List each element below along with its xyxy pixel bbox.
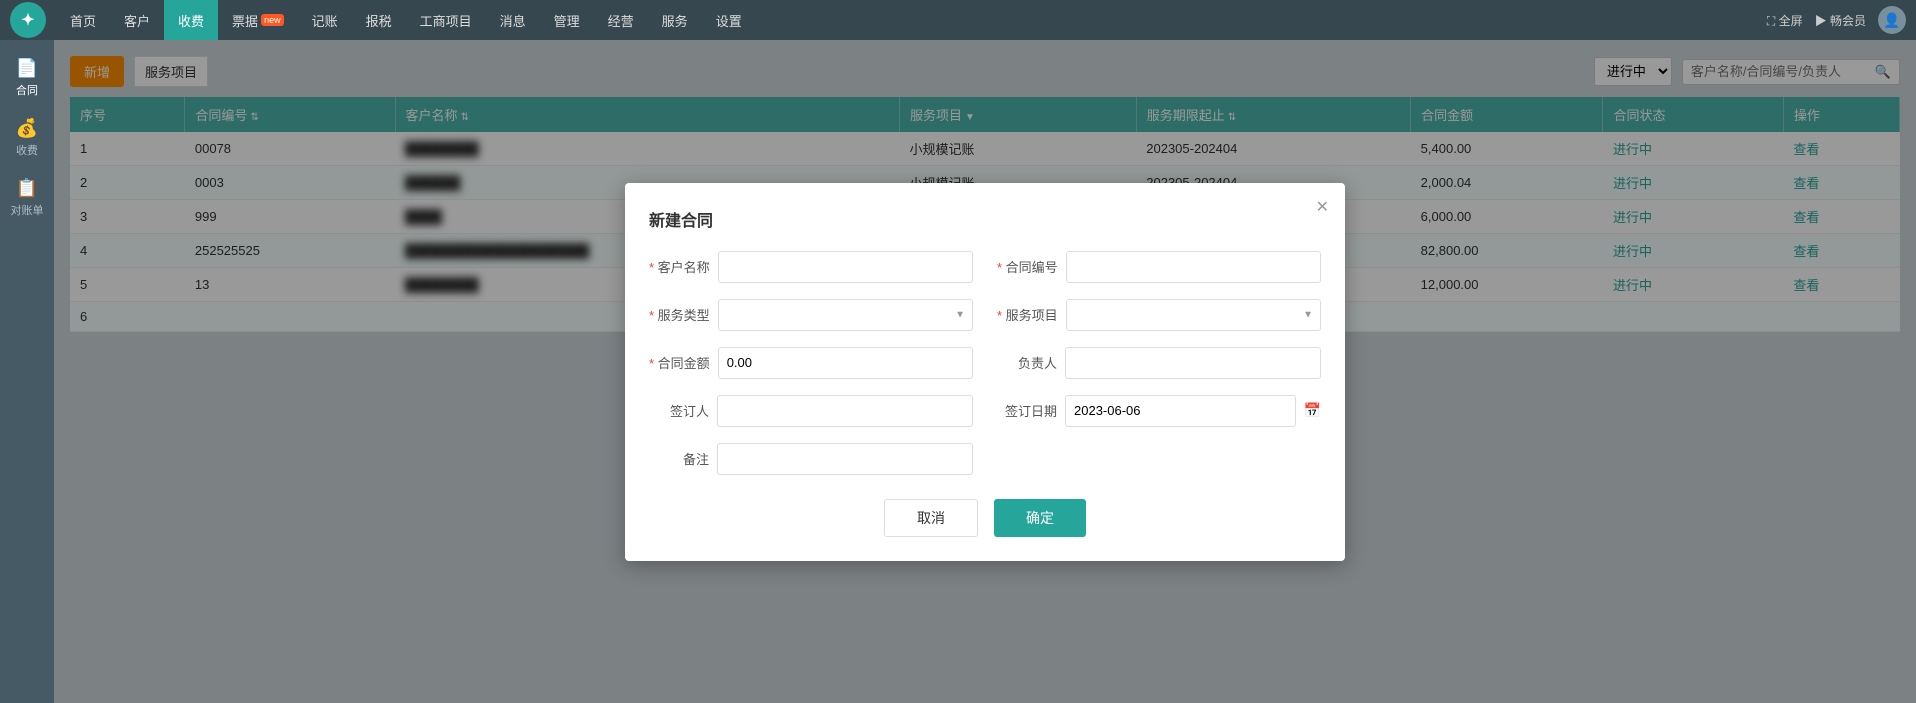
service-item-label: 服务项目: [997, 305, 1058, 324]
form-group-service-item: 服务项目 ▼: [997, 299, 1321, 331]
service-type-select-wrapper: ▼: [718, 299, 973, 331]
top-right-tools: ⛶ 全屏 ▶ 畅会员 👤: [1767, 6, 1906, 34]
service-type-select[interactable]: [718, 299, 973, 331]
sign-date-input[interactable]: [1065, 395, 1296, 427]
form-row-5: 备注: [649, 443, 1321, 475]
form-row-2: 服务类型 ▼ 服务项目 ▼: [649, 299, 1321, 331]
fee-icon: 💰: [16, 118, 38, 139]
main-layout: 📄 合同 💰 收费 📋 对账单 新增 服务项目 进行中 已完成 已终止: [0, 40, 1916, 703]
contract-icon: 📄: [16, 58, 38, 79]
content-area: 新增 服务项目 进行中 已完成 已终止 🔍 序号 合同编号⇅: [54, 40, 1916, 703]
fullscreen-button[interactable]: ⛶ 全屏: [1767, 12, 1803, 29]
form-group-contract-no: 合同编号: [997, 251, 1321, 283]
amount-input[interactable]: [718, 347, 973, 379]
nav-customer[interactable]: 客户: [110, 0, 164, 40]
form-group-signer: 签订人: [649, 395, 973, 427]
contract-no-input[interactable]: [1066, 251, 1321, 283]
signer-input[interactable]: [717, 395, 973, 427]
sidebar-item-fee[interactable]: 💰 收费: [2, 110, 52, 166]
customer-name-input[interactable]: [718, 251, 973, 283]
form-row-1: 客户名称 合同编号: [649, 251, 1321, 283]
confirm-button[interactable]: 确定: [994, 499, 1086, 537]
sidebar: 📄 合同 💰 收费 📋 对账单: [0, 40, 54, 703]
form-row-3: 合同金额 负责人: [649, 347, 1321, 379]
form-group-responsible: 负责人: [997, 347, 1321, 379]
new-contract-modal: 新建合同 ✕ 客户名称 合同编号 服务类型: [625, 183, 1345, 561]
responsible-input[interactable]: [1065, 347, 1321, 379]
nav-menu: 首页 客户 收费 票据 new 记账 报税 工商项目 消息 管理 经营 服务 设…: [56, 0, 1767, 40]
nav-manage[interactable]: 管理: [540, 0, 594, 40]
service-item-select[interactable]: [1066, 299, 1321, 331]
remark-input[interactable]: [717, 443, 973, 475]
service-item-select-wrapper: ▼: [1066, 299, 1321, 331]
modal-overlay: 新建合同 ✕ 客户名称 合同编号 服务类型: [54, 40, 1916, 703]
modal-close-button[interactable]: ✕: [1316, 197, 1329, 217]
sidebar-label-fee: 收费: [16, 142, 38, 158]
customer-name-label: 客户名称: [649, 257, 710, 276]
calendar-icon[interactable]: 📅: [1304, 402, 1321, 419]
sign-date-label: 签订日期: [997, 401, 1057, 420]
responsible-label: 负责人: [997, 353, 1057, 372]
form-group-customer: 客户名称: [649, 251, 973, 283]
amount-label: 合同金额: [649, 353, 710, 372]
form-group-amount: 合同金额: [649, 347, 973, 379]
form-group-service-type: 服务类型 ▼: [649, 299, 973, 331]
modal-footer: 取消 确定: [649, 499, 1321, 537]
form-group-remark: 备注: [649, 443, 973, 475]
modal-title: 新建合同: [649, 207, 1321, 231]
nav-bill[interactable]: 票据 new: [218, 0, 298, 40]
nav-fee[interactable]: 收费: [164, 0, 218, 40]
nav-message[interactable]: 消息: [486, 0, 540, 40]
avatar[interactable]: 👤: [1878, 6, 1906, 34]
service-type-label: 服务类型: [649, 305, 710, 324]
app-logo: ✦: [10, 2, 46, 38]
nav-operation[interactable]: 经营: [594, 0, 648, 40]
sidebar-label-statement: 对账单: [11, 202, 44, 218]
logo-icon: ✦: [21, 10, 34, 30]
cancel-button[interactable]: 取消: [884, 499, 978, 537]
sidebar-item-contract[interactable]: 📄 合同: [2, 50, 52, 106]
remark-label: 备注: [649, 449, 709, 468]
vip-button[interactable]: ▶ 畅会员: [1815, 12, 1866, 29]
nav-home[interactable]: 首页: [56, 0, 110, 40]
sidebar-label-contract: 合同: [16, 82, 38, 98]
sidebar-item-statement[interactable]: 📋 对账单: [2, 170, 52, 226]
nav-service[interactable]: 服务: [648, 0, 702, 40]
nav-settings[interactable]: 设置: [702, 0, 756, 40]
nav-tax[interactable]: 报税: [352, 0, 406, 40]
statement-icon: 📋: [16, 178, 38, 199]
nav-business[interactable]: 工商项目: [406, 0, 486, 40]
contract-no-label: 合同编号: [997, 257, 1058, 276]
signer-label: 签订人: [649, 401, 709, 420]
form-row-4: 签订人 签订日期 📅: [649, 395, 1321, 427]
nav-bookkeeping[interactable]: 记账: [298, 0, 352, 40]
form-group-sign-date: 签订日期 📅: [997, 395, 1321, 427]
new-badge: new: [261, 14, 284, 26]
top-navigation: ✦ 首页 客户 收费 票据 new 记账 报税 工商项目 消息 管理 经营 服务…: [0, 0, 1916, 40]
